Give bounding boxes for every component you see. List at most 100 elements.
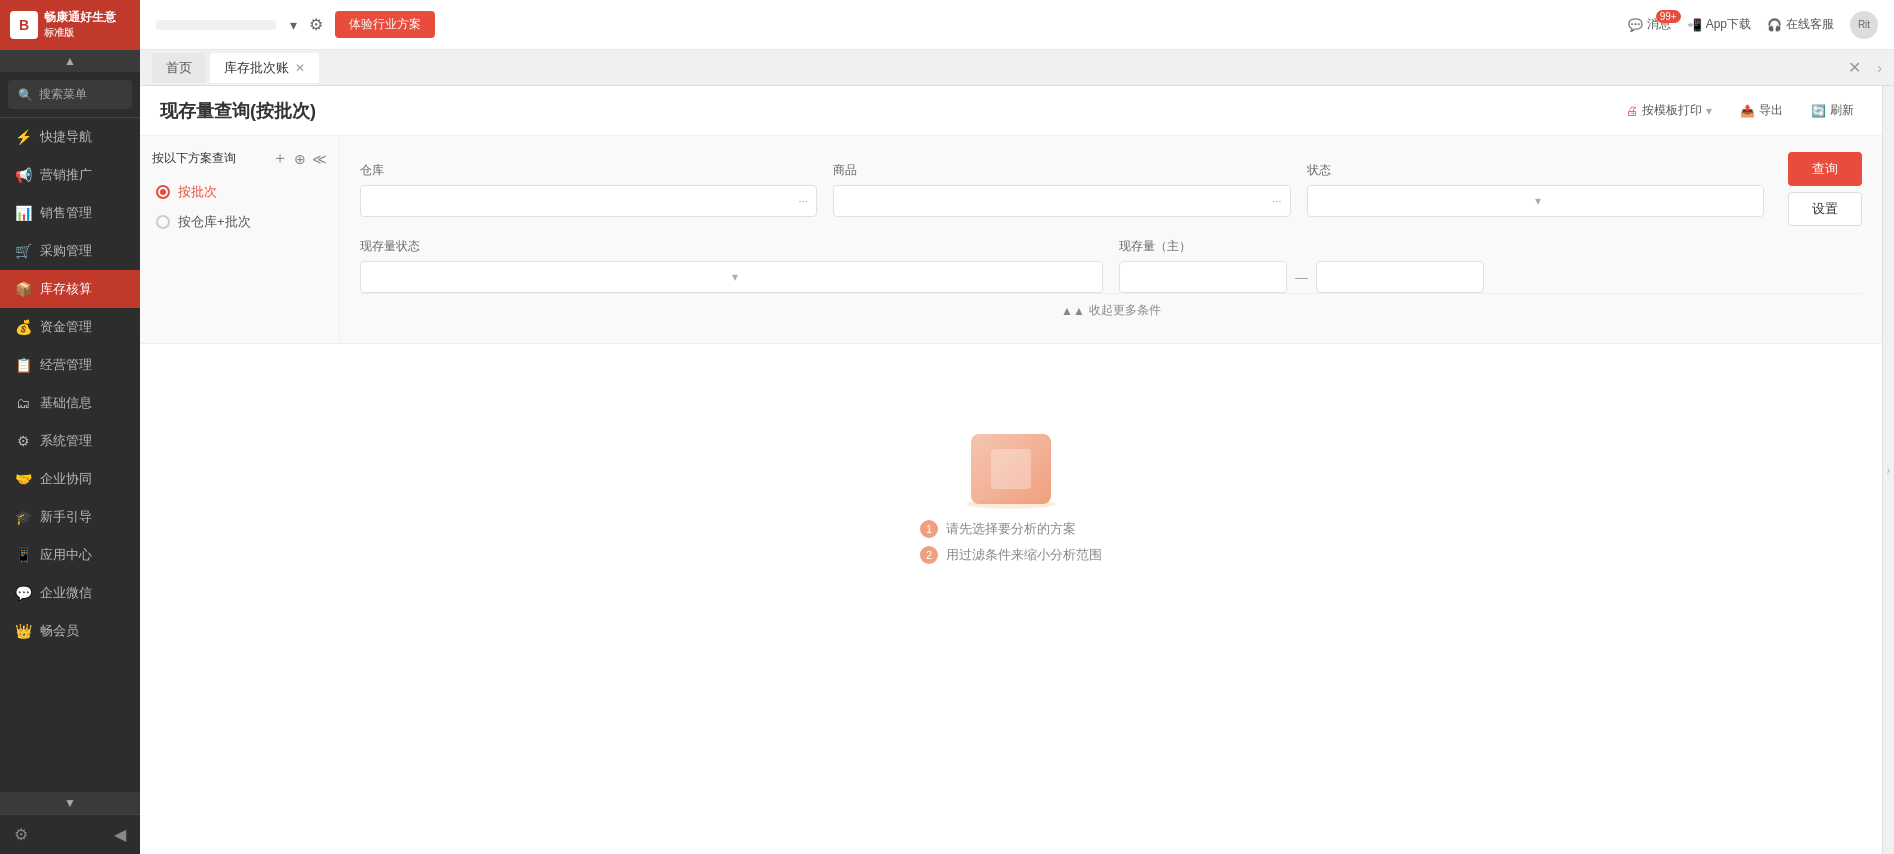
sidebar-item-label: 经营管理 xyxy=(40,356,92,374)
warehouse-field: 仓库 ··· xyxy=(360,162,817,217)
stock-qty-min[interactable] xyxy=(1119,261,1287,293)
trial-button[interactable]: 体验行业方案 xyxy=(335,11,435,38)
enterprise-collab-icon: 🤝 xyxy=(14,470,32,488)
warehouse-input[interactable] xyxy=(369,194,798,208)
sidebar-item-basic[interactable]: 🗂 基础信息 xyxy=(0,384,140,422)
warehouse-input-wrap[interactable]: ··· xyxy=(360,185,817,217)
print-icon: 🖨 xyxy=(1626,104,1638,118)
sidebar-item-newbie[interactable]: 🎓 新手引导 xyxy=(0,498,140,536)
product-input-wrap[interactable]: ··· xyxy=(833,185,1290,217)
export-icon: 📤 xyxy=(1740,104,1755,118)
topbar-dropdown-icon[interactable]: ▾ xyxy=(290,17,297,33)
status-dropdown-icon: ▾ xyxy=(1535,194,1755,208)
sidebar-item-inventory[interactable]: 📦 库存核算 xyxy=(0,270,140,308)
sidebar-scroll-down[interactable]: ▼ xyxy=(0,792,140,814)
settings-icon[interactable]: ⚙ xyxy=(14,825,28,844)
empty-state: 1 请先选择要分析的方案 2 用过滤条件来缩小分析范围 xyxy=(140,344,1882,624)
settings-button[interactable]: 设置 xyxy=(1788,192,1862,226)
topbar-gear-icon[interactable]: ⚙ xyxy=(309,15,323,34)
sidebar: B 畅康通好生意 标准版 ▲ 🔍 搜索菜单 ⚡ 快捷导航 📢 营销推广 📊 销售… xyxy=(0,0,140,854)
sidebar-item-label: 销售管理 xyxy=(40,204,92,222)
sidebar-item-member[interactable]: 👑 畅会员 xyxy=(0,612,140,650)
stock-qty-max[interactable] xyxy=(1316,261,1484,293)
product-more-icon[interactable]: ··· xyxy=(1272,194,1282,208)
filter-row-2: 现存量状态 ▾ 现存量（主） — xyxy=(360,238,1862,293)
edition-label: 标准版 xyxy=(44,26,116,40)
sidebar-item-system[interactable]: ⚙ 系统管理 xyxy=(0,422,140,460)
radio-by-batch xyxy=(156,185,170,199)
tip-num-2: 2 xyxy=(920,546,938,564)
scheme-by-warehouse-batch-label: 按仓库+批次 xyxy=(178,213,251,231)
collapse-scheme-icon[interactable]: ≪ xyxy=(312,151,327,167)
stock-qty-range: — xyxy=(1119,261,1862,293)
sidebar-item-sales[interactable]: 📊 销售管理 xyxy=(0,194,140,232)
customer-service-button[interactable]: 🎧 在线客服 xyxy=(1767,16,1834,33)
filter-area: 按以下方案查询 ＋ ⊕ ≪ 按批次 按仓库+批次 xyxy=(140,136,1882,344)
sidebar-item-quick-nav[interactable]: ⚡ 快捷导航 xyxy=(0,118,140,156)
empty-tip-2: 2 用过滤条件来缩小分析范围 xyxy=(920,546,1102,564)
refresh-icon: 🔄 xyxy=(1811,104,1826,118)
export-label: 导出 xyxy=(1759,102,1783,119)
tab-batch-account[interactable]: 库存批次账 ✕ xyxy=(210,53,319,83)
sidebar-item-label: 企业微信 xyxy=(40,584,92,602)
warehouse-label: 仓库 xyxy=(360,162,817,179)
app-logo: B xyxy=(10,11,38,39)
brand-info: 畅康通好生意 标准版 xyxy=(44,10,116,40)
sidebar-search-area: 🔍 搜索菜单 xyxy=(0,72,140,118)
sidebar-item-enterprise-collab[interactable]: 🤝 企业协同 xyxy=(0,460,140,498)
warehouse-more-icon[interactable]: ··· xyxy=(798,194,808,208)
main-area: ▾ ⚙ 体验行业方案 💬 消息 99+ 📲 App下载 🎧 在线客服 Rit xyxy=(140,0,1894,854)
sidebar-item-enterprise-wechat[interactable]: 💬 企业微信 xyxy=(0,574,140,612)
refresh-button[interactable]: 🔄 刷新 xyxy=(1803,98,1862,123)
stock-qty-field: 现存量（主） — xyxy=(1119,238,1862,293)
stock-status-dropdown-icon: ▾ xyxy=(732,270,1095,284)
print-button[interactable]: 🖨 按模板打印 ▾ xyxy=(1618,98,1720,123)
basic-icon: 🗂 xyxy=(14,394,32,412)
sidebar-item-purchase[interactable]: 🛒 采购管理 xyxy=(0,232,140,270)
collapse-filters-bar[interactable]: ▲▲ 收起更多条件 xyxy=(360,293,1862,327)
tab-home[interactable]: 首页 xyxy=(152,53,206,83)
tab-close-icon[interactable]: ✕ xyxy=(295,62,305,74)
app-download-button[interactable]: 📲 App下载 xyxy=(1687,16,1751,33)
empty-shadow xyxy=(966,499,1056,509)
sidebar-scroll-up[interactable]: ▲ xyxy=(0,50,140,72)
messages-button[interactable]: 💬 消息 99+ xyxy=(1628,16,1671,33)
tip-num-1: 1 xyxy=(920,520,938,538)
quick-nav-icon: ⚡ xyxy=(14,128,32,146)
empty-tip-1: 1 请先选择要分析的方案 xyxy=(920,520,1102,538)
status-select[interactable]: ▾ xyxy=(1307,185,1764,217)
page-header: 现存量查询(按批次) 🖨 按模板打印 ▾ 📤 导出 🔄 刷新 xyxy=(140,86,1882,136)
user-menu[interactable]: Rit xyxy=(1850,11,1878,39)
tip-text-2: 用过滤条件来缩小分析范围 xyxy=(946,546,1102,564)
right-scroll-indicator[interactable]: › xyxy=(1882,86,1894,854)
avatar: Rit xyxy=(1850,11,1878,39)
product-field: 商品 ··· xyxy=(833,162,1290,217)
product-input[interactable] xyxy=(842,194,1271,208)
filter-sidebar-header: 按以下方案查询 ＋ ⊕ ≪ xyxy=(140,148,339,177)
sidebar-item-label: 应用中心 xyxy=(40,546,92,564)
inventory-icon: 📦 xyxy=(14,280,32,298)
sidebar-item-finance[interactable]: 💰 资金管理 xyxy=(0,308,140,346)
radio-by-warehouse-batch xyxy=(156,215,170,229)
print-dropdown-icon[interactable]: ▾ xyxy=(1706,104,1712,118)
sidebar-item-operations[interactable]: 📋 经营管理 xyxy=(0,346,140,384)
stock-status-select[interactable]: ▾ xyxy=(360,261,1103,293)
scheme-by-warehouse-batch[interactable]: 按仓库+批次 xyxy=(140,207,339,237)
app-center-icon: 📱 xyxy=(14,546,32,564)
query-button[interactable]: 查询 xyxy=(1788,152,1862,186)
enterprise-wechat-icon: 💬 xyxy=(14,584,32,602)
sidebar-item-marketing[interactable]: 📢 营销推广 xyxy=(0,156,140,194)
scheme-by-batch[interactable]: 按批次 xyxy=(140,177,339,207)
search-menu-button[interactable]: 🔍 搜索菜单 xyxy=(8,80,132,109)
app-download-label: App下载 xyxy=(1706,16,1751,33)
qty-separator: — xyxy=(1295,270,1308,285)
page-close-button[interactable]: ✕ xyxy=(1840,54,1869,81)
export-button[interactable]: 📤 导出 xyxy=(1732,98,1791,123)
settings-scheme-icon[interactable]: ⊕ xyxy=(294,151,306,167)
chevron-right-icon[interactable]: › xyxy=(1877,60,1882,76)
sidebar-item-app-center[interactable]: 📱 应用中心 xyxy=(0,536,140,574)
add-scheme-icon[interactable]: ＋ xyxy=(272,148,288,169)
topbar: ▾ ⚙ 体验行业方案 💬 消息 99+ 📲 App下载 🎧 在线客服 Rit xyxy=(140,0,1894,50)
collapse-sidebar-icon[interactable]: ◀ xyxy=(114,825,126,844)
empty-face xyxy=(991,449,1031,489)
